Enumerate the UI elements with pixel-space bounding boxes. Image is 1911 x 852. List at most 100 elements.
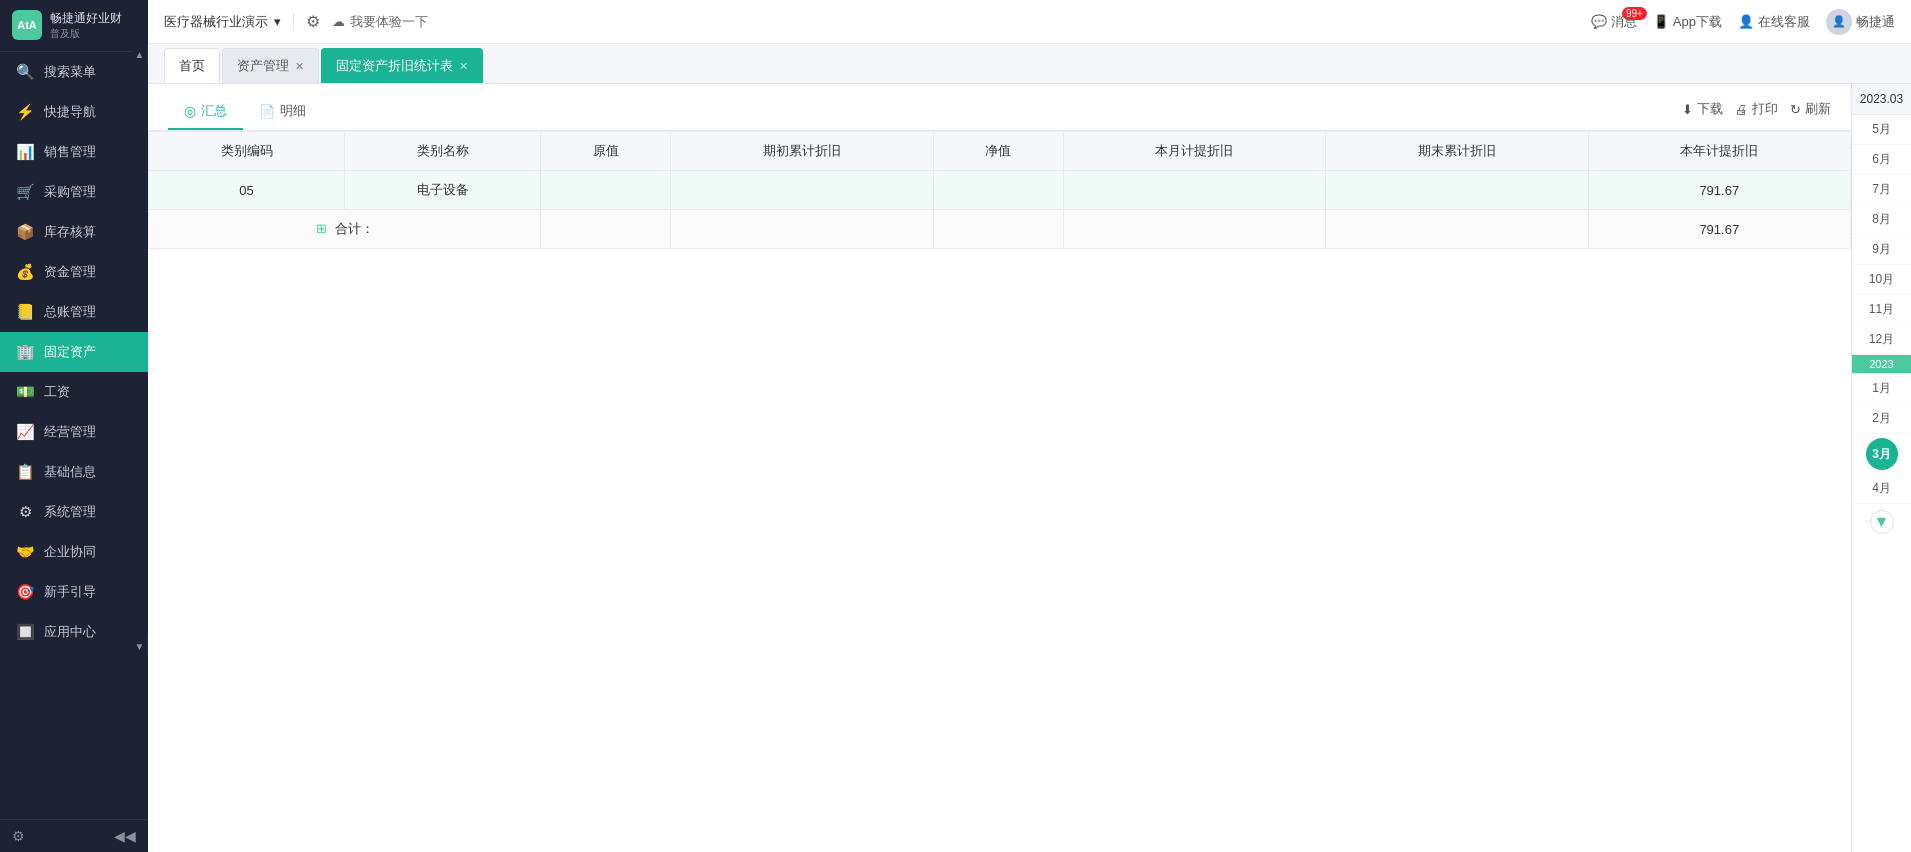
service-icon: 👤: [1738, 14, 1754, 29]
building-icon: 🏢: [16, 343, 34, 361]
sidebar-item-finance[interactable]: 💰 资金管理: [0, 252, 148, 292]
sidebar-logo: AtA 畅捷通好业财 普及版: [0, 0, 148, 52]
message-icon: 💬: [1591, 14, 1607, 29]
app-download-btn[interactable]: 📱 App下载: [1653, 13, 1722, 31]
topbar-right: 💬 消息 99+ 📱 App下载 👤 在线客服 👤 畅捷通: [1591, 9, 1895, 35]
message-btn[interactable]: 💬 消息 99+: [1591, 13, 1637, 31]
col-end-depr: 期末累计折旧: [1326, 132, 1588, 171]
collapse-sidebar-btn[interactable]: ◀◀: [114, 828, 136, 844]
tab-depreciation-close-icon[interactable]: ✕: [459, 60, 468, 73]
gear-icon: ⚙: [16, 503, 34, 521]
lightning-icon: ⚡: [16, 103, 34, 121]
sidebar-item-operations[interactable]: 📈 经营管理: [0, 412, 148, 452]
date-panel-scroll[interactable]: 5月 6月 7月 8月 9月 10月 11月 12月 2023 1月 2月 3月…: [1852, 115, 1911, 852]
row-net-value: [933, 171, 1063, 210]
service-btn[interactable]: 👤 在线客服: [1738, 13, 1810, 31]
date-month-2023-1[interactable]: 1月: [1852, 374, 1911, 404]
refresh-btn[interactable]: ↻ 刷新: [1790, 100, 1831, 118]
row-name: 电子设备: [345, 171, 541, 210]
handshake-icon: 🤝: [16, 543, 34, 561]
year-2023-badge[interactable]: 2023: [1852, 355, 1911, 374]
download-btn[interactable]: ⬇ 下载: [1682, 100, 1723, 118]
depreciation-tab-label: 固定资产折旧统计表: [336, 57, 453, 75]
date-month-8[interactable]: 8月: [1852, 205, 1911, 235]
topbar-settings-icon[interactable]: ⚙: [306, 12, 320, 31]
table-row: 05 电子设备 791.67: [149, 171, 1851, 210]
app-badge: 普及版: [50, 27, 122, 41]
row-end-depr: [1326, 171, 1588, 210]
book-icon: 📒: [16, 303, 34, 321]
date-month-6[interactable]: 6月: [1852, 145, 1911, 175]
date-panel-header: 2023.03: [1852, 84, 1911, 115]
subtab-detail[interactable]: 📄 明细: [243, 94, 322, 130]
table-header-row: 类别编码 类别名称 原值 期初累计折旧 净值 本月计提折旧 期末累计折旧 本年计…: [149, 132, 1851, 171]
tabbar: 首页 资产管理 ✕ 固定资产折旧统计表 ✕: [148, 44, 1911, 84]
user-avatar: 👤: [1826, 9, 1852, 35]
depreciation-table: 类别编码 类别名称 原值 期初累计折旧 净值 本月计提折旧 期末累计折旧 本年计…: [148, 131, 1851, 249]
date-month-2023-2[interactable]: 2月: [1852, 404, 1911, 434]
sidebar-item-ledger[interactable]: 📒 总账管理: [0, 292, 148, 332]
row-original-value: [541, 171, 671, 210]
sidebar-item-search[interactable]: 🔍 搜索菜单: [0, 52, 148, 92]
date-month-2023-3-selected[interactable]: 3月: [1866, 438, 1898, 470]
date-month-7[interactable]: 7月: [1852, 175, 1911, 205]
payroll-icon: 💵: [16, 383, 34, 401]
date-month-12[interactable]: 12月: [1852, 325, 1911, 355]
toolbar-actions: ⬇ 下载 🖨 打印 ↻ 刷新: [1682, 100, 1831, 124]
total-monthly-depr: [1063, 210, 1325, 249]
date-panel: ✕ ⤢ 2023.03 5月 6月 7月 8月 9月 10月 11月 12月 2…: [1851, 84, 1911, 852]
date-month-5[interactable]: 5月: [1852, 115, 1911, 145]
subtabs: ◎ 汇总 📄 明细: [168, 94, 322, 130]
sidebar-item-apps[interactable]: 🔲 应用中心: [0, 612, 148, 652]
col-monthly-depr: 本月计提折旧: [1063, 132, 1325, 171]
sidebar-item-quick-nav[interactable]: ⚡ 快捷导航: [0, 92, 148, 132]
cart-icon: 🛒: [16, 183, 34, 201]
total-label: ⊞ 合计：: [149, 210, 541, 249]
user-menu-btn[interactable]: 👤 畅捷通: [1826, 9, 1895, 35]
sidebar-item-sales[interactable]: 📊 销售管理: [0, 132, 148, 172]
total-icon: ⊞: [316, 221, 327, 236]
search-icon: 🔍: [16, 63, 34, 81]
sidebar-scroll-up[interactable]: ▲: [132, 44, 148, 64]
home-tab-label: 首页: [179, 57, 205, 75]
company-chevron-icon: ▾: [274, 14, 281, 29]
tab-asset-mgmt[interactable]: 资产管理 ✕: [222, 48, 319, 83]
sidebar-item-basic-info[interactable]: 📋 基础信息: [0, 452, 148, 492]
date-scroll-down-btn[interactable]: ▼: [1852, 504, 1911, 540]
sidebar-item-guide[interactable]: 🎯 新手引导: [0, 572, 148, 612]
topbar: 医疗器械行业演示 ▾ ⚙ ☁ 我要体验一下 💬 消息 99+ 📱 App下载 👤…: [148, 0, 1911, 44]
total-annual-depr: 791.67: [1588, 210, 1850, 249]
experience-btn[interactable]: ☁ 我要体验一下: [332, 13, 428, 31]
sidebar-item-purchase[interactable]: 🛒 采购管理: [0, 172, 148, 212]
sidebar-item-inventory[interactable]: 📦 库存核算: [0, 212, 148, 252]
date-month-2023-4[interactable]: 4月: [1852, 474, 1911, 504]
tab-home[interactable]: 首页: [164, 48, 220, 83]
sidebar-item-enterprise[interactable]: 🤝 企业协同: [0, 532, 148, 572]
print-btn[interactable]: 🖨 打印: [1735, 100, 1778, 118]
settings-footer-icon[interactable]: ⚙: [12, 828, 25, 844]
sidebar-scroll-down[interactable]: ▼: [132, 636, 148, 656]
col-net-value: 净值: [933, 132, 1063, 171]
company-selector[interactable]: 医疗器械行业演示 ▾: [164, 13, 281, 31]
sidebar-item-fixed-assets[interactable]: 🏢 固定资产: [0, 332, 148, 372]
date-month-9[interactable]: 9月: [1852, 235, 1911, 265]
detail-doc-icon: 📄: [259, 104, 275, 119]
sidebar-item-payroll[interactable]: 💵 工资: [0, 372, 148, 412]
print-icon: 🖨: [1735, 102, 1748, 117]
app-name: 畅捷通好业财: [50, 10, 122, 27]
date-month-11[interactable]: 11月: [1852, 295, 1911, 325]
total-initial-depr: [671, 210, 933, 249]
col-initial-depr: 期初累计折旧: [671, 132, 933, 171]
mobile-icon: 📱: [1653, 14, 1669, 29]
tab-asset-mgmt-close-icon[interactable]: ✕: [295, 60, 304, 73]
date-month-10[interactable]: 10月: [1852, 265, 1911, 295]
tab-depreciation[interactable]: 固定资产折旧统计表 ✕: [321, 48, 483, 83]
clipboard-icon: 📋: [16, 463, 34, 481]
apps-icon: 🔲: [16, 623, 34, 641]
subtab-summary[interactable]: ◎ 汇总: [168, 94, 243, 130]
col-annual-depr: 本年计提折旧: [1588, 132, 1850, 171]
row-monthly-depr: [1063, 171, 1325, 210]
refresh-icon: ↻: [1790, 102, 1801, 117]
total-original-value: [541, 210, 671, 249]
sidebar-item-system[interactable]: ⚙ 系统管理: [0, 492, 148, 532]
